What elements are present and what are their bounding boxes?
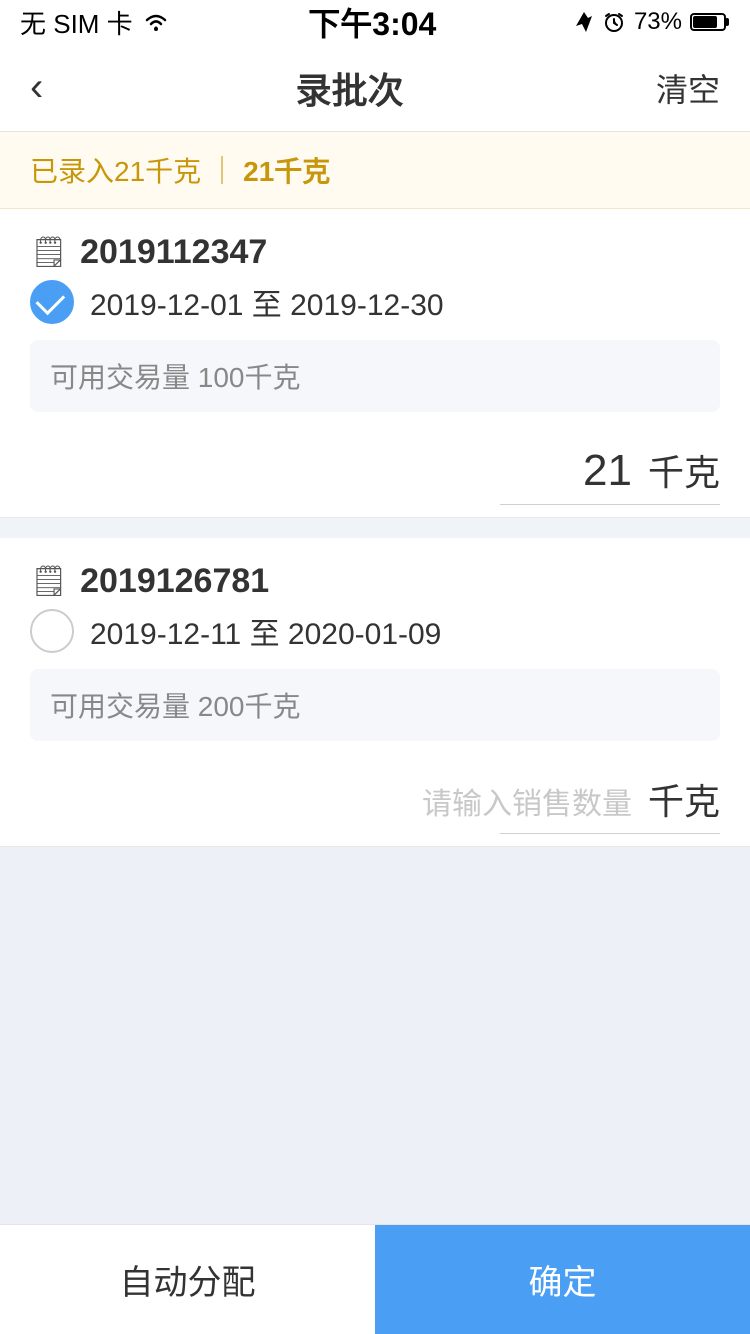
batch-2-radio[interactable]: [30, 609, 74, 653]
batch-1-qty-line: [500, 504, 720, 505]
batch-2-icon: 🗒: [30, 564, 68, 599]
batch-2-input-display: 请输入销售数量 千克: [422, 773, 720, 825]
batch-1-qty-number: 21: [583, 446, 632, 496]
batch-card-1: 🗒 2019112347 2019-12-01 至 2019-12-30 可用交…: [0, 209, 750, 518]
batch-2-date: 2019-12-11 至 2020-01-09: [90, 609, 441, 653]
batch-2-header: 🗒 2019126781: [0, 538, 750, 609]
batch-1-radio[interactable]: [30, 280, 74, 324]
batch-1-qty-display: 21 千克: [583, 444, 720, 496]
bottom-bar: 自动分配 确定: [0, 1224, 750, 1334]
batch-2-unit: 千克: [648, 773, 720, 825]
batch-1-date-row: 2019-12-01 至 2019-12-30: [0, 280, 750, 340]
back-button[interactable]: ‹: [30, 65, 43, 110]
recorded-label: 已录入21千克: [30, 150, 201, 190]
recorded-value: 21千克: [243, 150, 330, 190]
page-title: 录批次: [296, 62, 404, 114]
status-left: 无 SIM 卡: [20, 4, 171, 41]
auto-assign-button[interactable]: 自动分配: [0, 1225, 375, 1334]
batch-1-id: 2019112347: [80, 233, 267, 272]
wifi-icon: [141, 10, 171, 34]
auto-assign-label: 自动分配: [120, 1255, 256, 1304]
location-icon: [574, 10, 594, 34]
alarm-icon: [602, 10, 626, 34]
status-bar: 无 SIM 卡 下午3:04 73%: [0, 0, 750, 44]
clear-button[interactable]: 清空: [656, 65, 720, 111]
confirm-button[interactable]: 确定: [375, 1225, 750, 1334]
batch-divider: [0, 518, 750, 538]
batch-1-available: 可用交易量 100千克: [30, 340, 720, 412]
batch-1-date: 2019-12-01 至 2019-12-30: [90, 280, 444, 324]
batch-1-header: 🗒 2019112347: [0, 209, 750, 280]
batch-card-2: 🗒 2019126781 2019-12-11 至 2020-01-09 可用交…: [0, 538, 750, 847]
batch-2-input-placeholder: 请输入销售数量: [422, 779, 632, 823]
banner-divider: [221, 156, 223, 184]
batch-2-date-row: 2019-12-11 至 2020-01-09: [0, 609, 750, 669]
batch-2-available: 可用交易量 200千克: [30, 669, 720, 741]
nav-bar: ‹ 录批次 清空: [0, 44, 750, 132]
battery-text: 73%: [634, 8, 682, 36]
battery-icon: [690, 11, 730, 33]
info-banner: 已录入21千克 21千克: [0, 132, 750, 209]
confirm-label: 确定: [529, 1255, 597, 1304]
batch-1-qty-row: 21 千克: [0, 432, 750, 518]
status-time: 下午3:04: [308, 0, 436, 45]
batch-2-input-row: 请输入销售数量 千克: [0, 761, 750, 847]
status-right: 73%: [574, 8, 730, 36]
batch-2-input-line: [500, 833, 720, 834]
batch-1-qty-unit: 千克: [648, 444, 720, 496]
no-sim-text: 无 SIM 卡: [20, 4, 133, 41]
batch-2-id: 2019126781: [80, 562, 269, 601]
batch-1-icon: 🗒: [30, 235, 68, 270]
